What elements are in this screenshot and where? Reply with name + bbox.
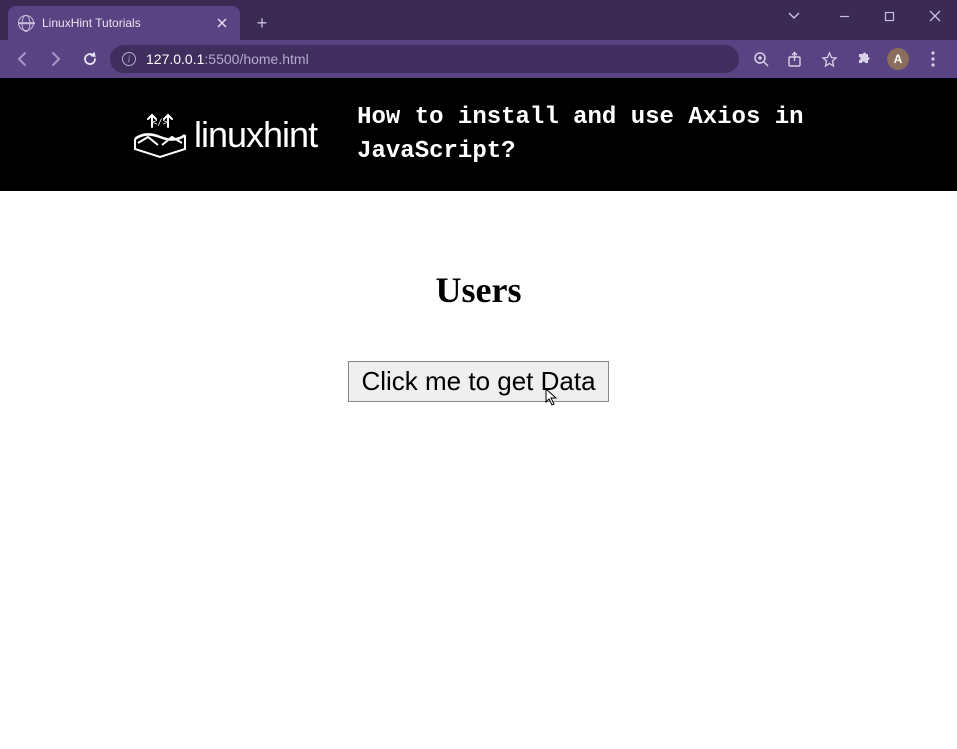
forward-button[interactable] (42, 45, 70, 73)
browser-tab[interactable]: LinuxHint Tutorials (8, 6, 240, 40)
browser-titlebar: LinuxHint Tutorials + (0, 0, 957, 40)
site-header: </> linuxhint How to install and use Axi… (0, 78, 957, 191)
bookmark-icon[interactable] (819, 49, 839, 69)
extensions-icon[interactable] (853, 49, 873, 69)
share-icon[interactable] (785, 49, 805, 69)
reload-button[interactable] (76, 45, 104, 73)
page-heading: Users (0, 269, 957, 311)
url-field[interactable]: i 127.0.0.1:5500/home.html (110, 45, 739, 73)
close-window-button[interactable] (912, 0, 957, 32)
page-content: Users Click me to get Data (0, 191, 957, 402)
tab-title: LinuxHint Tutorials (42, 16, 206, 30)
browser-addressbar: i 127.0.0.1:5500/home.html A (0, 40, 957, 78)
zoom-icon[interactable] (751, 49, 771, 69)
site-logo[interactable]: </> linuxhint (130, 107, 317, 162)
linuxhint-logo-icon: </> (130, 107, 190, 162)
close-tab-icon[interactable] (214, 15, 230, 31)
window-controls (771, 0, 957, 32)
new-tab-button[interactable]: + (248, 9, 276, 37)
menu-icon[interactable] (923, 49, 943, 69)
minimize-button[interactable] (822, 0, 867, 32)
get-data-button[interactable]: Click me to get Data (348, 361, 608, 402)
svg-text:</>: </> (152, 118, 169, 128)
globe-icon (18, 15, 34, 31)
back-button[interactable] (8, 45, 36, 73)
profile-avatar[interactable]: A (887, 48, 909, 70)
article-title: How to install and use Axios in JavaScri… (357, 101, 827, 168)
tab-search-icon[interactable] (771, 0, 816, 32)
logo-text: linuxhint (194, 114, 317, 156)
url-text: 127.0.0.1:5500/home.html (146, 51, 727, 67)
site-info-icon[interactable]: i (122, 52, 136, 66)
maximize-button[interactable] (867, 0, 912, 32)
